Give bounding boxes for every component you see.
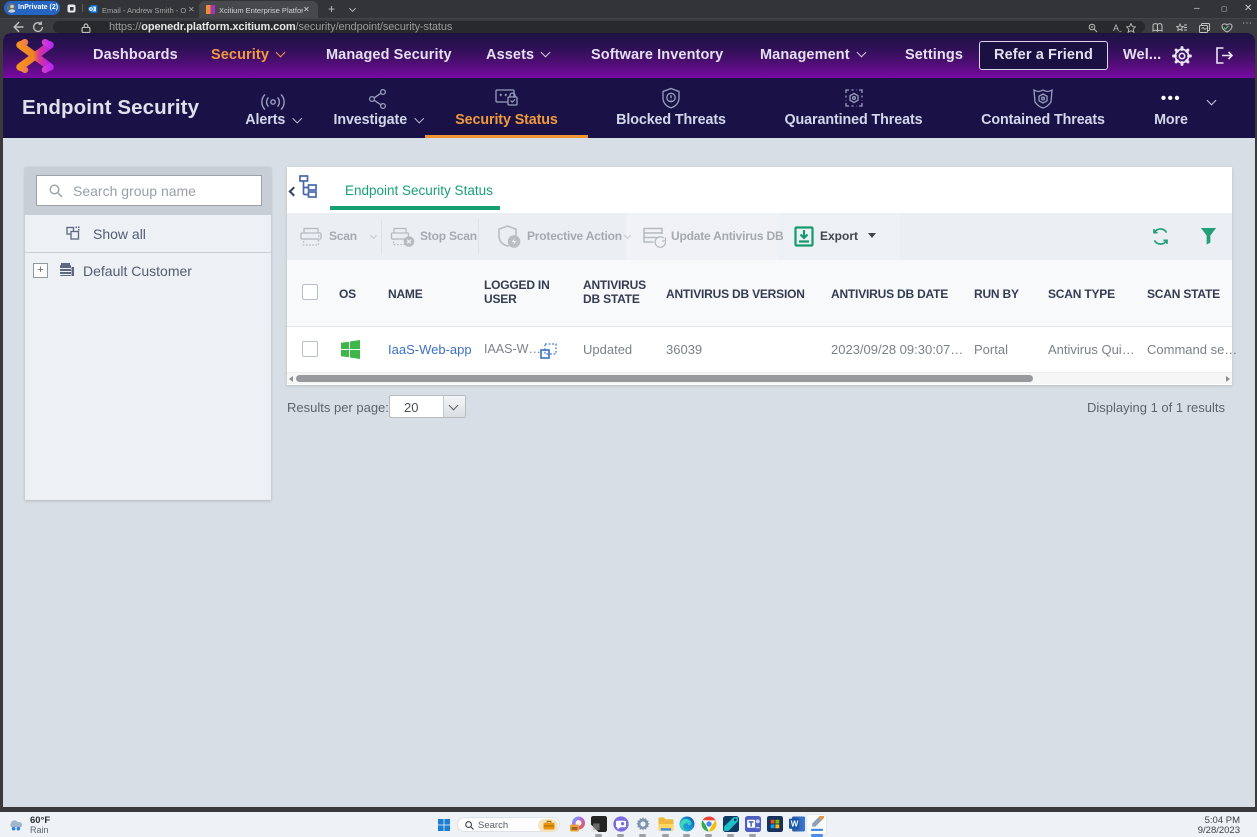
svg-text:W: W <box>791 820 799 829</box>
